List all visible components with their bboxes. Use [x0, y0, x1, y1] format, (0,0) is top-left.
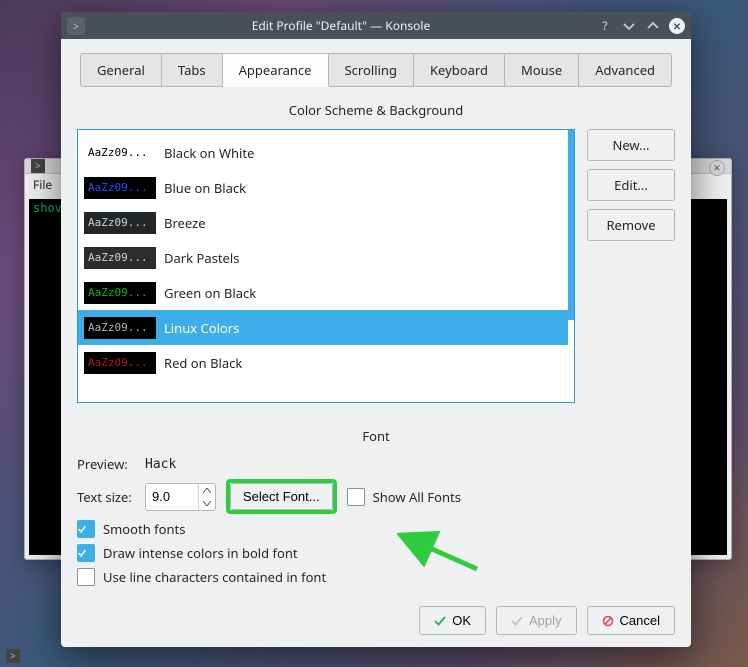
check-icon	[511, 615, 523, 627]
checkbox-box	[77, 520, 95, 538]
color-scheme-item[interactable]: AaZz09... Green on Black	[78, 275, 568, 310]
text-size-label: Text size:	[77, 488, 135, 506]
new-scheme-button[interactable]: New...	[587, 129, 675, 161]
section-font-title: Font	[77, 427, 675, 445]
scrollbar[interactable]	[568, 130, 574, 402]
chevron-down-icon[interactable]	[199, 497, 215, 510]
close-icon[interactable]: ✕	[709, 160, 725, 176]
line-chars-label: Use line characters contained in font	[103, 568, 326, 586]
show-all-fonts-label: Show All Fonts	[373, 488, 461, 506]
color-scheme-item[interactable]: AaZz09... Linux Colors	[78, 310, 568, 345]
terminal-icon: >	[67, 17, 85, 35]
help-icon[interactable]: ?	[597, 18, 613, 34]
remove-scheme-button[interactable]: Remove	[587, 209, 675, 241]
smooth-fonts-label: Smooth fonts	[103, 520, 185, 538]
tab-advanced[interactable]: Advanced	[579, 53, 672, 87]
minimize-icon[interactable]	[621, 18, 637, 34]
ok-button[interactable]: OK	[419, 606, 486, 635]
maximize-icon[interactable]	[645, 18, 661, 34]
scheme-swatch: AaZz09...	[84, 212, 156, 234]
line-chars-checkbox[interactable]: Use line characters contained in font	[77, 568, 675, 586]
edit-scheme-button[interactable]: Edit...	[587, 169, 675, 201]
close-icon[interactable]: ✕	[669, 18, 685, 34]
tab-general[interactable]: General	[80, 53, 162, 87]
cancel-label: Cancel	[620, 613, 660, 628]
tab-bar: General Tabs Appearance Scrolling Keyboa…	[80, 53, 672, 87]
annotation-highlight: Select Font...	[226, 479, 337, 514]
edit-profile-dialog: > Edit Profile "Default" — Konsole ? ✕ G…	[61, 12, 691, 647]
terminal-icon: >	[31, 159, 45, 173]
tab-tabs[interactable]: Tabs	[162, 53, 223, 87]
color-scheme-list[interactable]: AaZz09...Black on Random LightAaZz09...B…	[77, 129, 575, 403]
color-scheme-item[interactable]: AaZz09... Dark Pastels	[78, 240, 568, 275]
scheme-swatch: AaZz09...	[84, 352, 156, 374]
bold-intense-label: Draw intense colors in bold font	[103, 544, 298, 562]
scrollbar-thumb[interactable]	[568, 130, 574, 320]
menu-file[interactable]: File	[33, 176, 52, 193]
checkbox-box	[77, 568, 95, 586]
bold-intense-checkbox[interactable]: Draw intense colors in bold font	[77, 544, 675, 562]
select-font-button[interactable]: Select Font...	[230, 483, 333, 510]
checkbox-box	[77, 544, 95, 562]
scheme-swatch: AaZz09...	[84, 142, 156, 164]
terminal-tab-icon[interactable]: >	[6, 649, 20, 663]
titlebar[interactable]: > Edit Profile "Default" — Konsole ? ✕	[61, 12, 691, 39]
tab-scrolling[interactable]: Scrolling	[329, 53, 414, 87]
font-preview-value: Hack	[145, 457, 176, 472]
tab-appearance[interactable]: Appearance	[223, 53, 329, 87]
scheme-name-label: Black on White	[164, 144, 254, 162]
color-scheme-item[interactable]: AaZz09... Red on Black	[78, 345, 568, 380]
color-scheme-item[interactable]: AaZz09... Blue on Black	[78, 170, 568, 205]
text-size-input[interactable]	[146, 485, 198, 509]
chevron-up-icon[interactable]	[199, 484, 215, 497]
scheme-name-label: Red on Black	[164, 354, 242, 372]
scheme-swatch: AaZz09...	[84, 317, 156, 339]
scheme-name-label: Linux Colors	[164, 319, 239, 337]
scheme-name-label: Breeze	[164, 214, 206, 232]
section-color-scheme-title: Color Scheme & Background	[77, 101, 675, 119]
dialog-client-area: General Tabs Appearance Scrolling Keyboa…	[61, 39, 691, 647]
scheme-name-label: Blue on Black	[164, 179, 246, 197]
color-scheme-item[interactable]: AaZz09... Black on White	[78, 135, 568, 170]
check-icon	[434, 615, 446, 627]
tab-mouse[interactable]: Mouse	[505, 53, 579, 87]
apply-label: Apply	[529, 613, 562, 628]
window-title: Edit Profile "Default" — Konsole	[85, 17, 597, 34]
scheme-swatch: AaZz09...	[84, 177, 156, 199]
text-size-spinner[interactable]	[145, 483, 216, 511]
smooth-fonts-checkbox[interactable]: Smooth fonts	[77, 520, 675, 538]
scheme-swatch: AaZz09...	[84, 247, 156, 269]
tab-keyboard[interactable]: Keyboard	[414, 53, 505, 87]
cancel-button[interactable]: Cancel	[587, 606, 675, 635]
show-all-fonts-checkbox[interactable]: Show All Fonts	[347, 488, 461, 506]
scheme-swatch: AaZz09...	[84, 282, 156, 304]
apply-button[interactable]: Apply	[496, 606, 577, 635]
scheme-name-label: Green on Black	[164, 284, 256, 302]
color-scheme-item[interactable]: AaZz09... Breeze	[78, 205, 568, 240]
cancel-icon	[602, 615, 614, 627]
preview-label: Preview:	[77, 455, 135, 473]
scheme-name-label: Dark Pastels	[164, 249, 239, 267]
ok-label: OK	[452, 613, 471, 628]
checkbox-box	[347, 488, 365, 506]
